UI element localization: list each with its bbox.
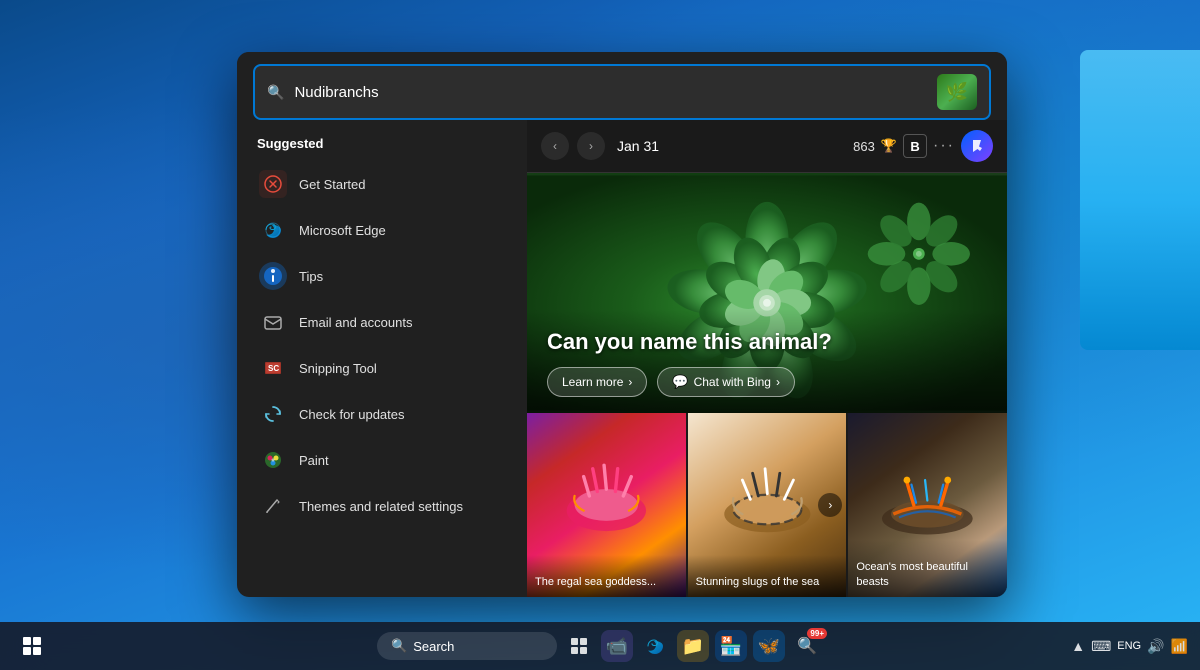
store-button[interactable]: 🏪 bbox=[715, 630, 747, 662]
taskbar-search-label: Search bbox=[413, 639, 454, 654]
search-input[interactable] bbox=[294, 84, 927, 101]
thumbnail-2-label: Stunning slugs of the sea bbox=[688, 555, 847, 597]
taskbar-search-bar[interactable]: 🔍 Search bbox=[377, 632, 557, 660]
thumbnails-row: The regal sea goddess... bbox=[527, 413, 1007, 597]
thumbnail-3[interactable]: Ocean's most beautiful beasts bbox=[846, 413, 1007, 597]
svg-text:SC: SC bbox=[268, 364, 279, 373]
themes-icon bbox=[259, 492, 287, 520]
suggestion-email-accounts[interactable]: Email and accounts bbox=[249, 299, 515, 345]
score-value: 863 bbox=[853, 139, 875, 154]
tips-icon bbox=[259, 262, 287, 290]
snipping-label: Snipping Tool bbox=[299, 361, 377, 376]
suggestion-microsoft-edge[interactable]: Microsoft Edge bbox=[249, 207, 515, 253]
chevron-right-icon-2: › bbox=[776, 375, 780, 389]
taskbar-left bbox=[12, 626, 52, 666]
taskbar-right: ▲ ⌨ ENG 🔊 📶 bbox=[1071, 638, 1188, 655]
paint-icon bbox=[259, 446, 287, 474]
language-indicator[interactable]: ENG bbox=[1117, 640, 1141, 652]
tips-label: Tips bbox=[299, 269, 323, 284]
paint-label: Paint bbox=[299, 453, 329, 468]
speaker-icon[interactable]: 🔊 bbox=[1147, 638, 1164, 655]
date-label: Jan 31 bbox=[617, 138, 659, 154]
suggested-label: Suggested bbox=[249, 136, 515, 151]
prev-button[interactable]: ‹ bbox=[541, 132, 569, 160]
file-explorer-button[interactable]: 📁 bbox=[677, 630, 709, 662]
suggestion-themes[interactable]: Themes and related settings bbox=[249, 483, 515, 529]
search-badge-button[interactable]: 🔍 99+ bbox=[791, 630, 823, 662]
bing-chat-icon: 💬 bbox=[672, 374, 688, 390]
task-view-button[interactable] bbox=[563, 630, 595, 662]
taskbar-center: 🔍 Search 📹 bbox=[377, 630, 823, 662]
windows-logo bbox=[23, 637, 41, 655]
updates-label: Check for updates bbox=[299, 407, 405, 422]
teams-button[interactable]: 📹 bbox=[601, 630, 633, 662]
bing-avatar[interactable] bbox=[961, 130, 993, 162]
right-content-panel: ‹ › Jan 31 863 🏆 B ··· bbox=[527, 120, 1007, 597]
left-suggestions-panel: Suggested Get Started bbox=[237, 120, 527, 597]
search-input-area: 🔍 🌿 bbox=[237, 52, 1007, 120]
edge-taskbar-icon bbox=[644, 635, 666, 657]
themes-label: Themes and related settings bbox=[299, 499, 463, 514]
next-button[interactable]: › bbox=[577, 132, 605, 160]
thumbnail-2[interactable]: Stunning slugs of the sea › bbox=[686, 413, 847, 597]
suggestion-paint[interactable]: Paint bbox=[249, 437, 515, 483]
get-started-icon bbox=[259, 170, 287, 198]
thumbnail-1-label: The regal sea goddess... bbox=[527, 555, 686, 597]
search-badge-count: 99+ bbox=[807, 628, 827, 639]
update-icon bbox=[259, 400, 287, 428]
store-icon: 🏪 bbox=[720, 636, 742, 657]
chevron-right-icon: › bbox=[628, 375, 632, 389]
thumbnail-1[interactable]: The regal sea goddess... bbox=[527, 413, 686, 597]
search-window: 🔍 🌿 Suggested Get Started bbox=[237, 52, 1007, 597]
email-label: Email and accounts bbox=[299, 315, 412, 330]
suggestion-snipping-tool[interactable]: SC Snipping Tool bbox=[249, 345, 515, 391]
more-options-button[interactable]: ··· bbox=[933, 137, 955, 155]
content-area: Suggested Get Started bbox=[237, 120, 1007, 597]
search-icon: 🔍 bbox=[267, 84, 284, 101]
edge-label: Microsoft Edge bbox=[299, 223, 386, 238]
email-icon bbox=[259, 308, 287, 336]
task-view-icon bbox=[569, 636, 589, 656]
network-icon[interactable]: 📶 bbox=[1171, 638, 1188, 655]
chevron-up-icon[interactable]: ▲ bbox=[1071, 638, 1085, 654]
teams-icon: 📹 bbox=[606, 636, 628, 657]
hero-section: Can you name this animal? Learn more › 💬… bbox=[527, 173, 1007, 413]
edge-icon bbox=[259, 216, 287, 244]
mail-button[interactable]: 🦋 bbox=[753, 630, 785, 662]
suggestion-tips[interactable]: Tips bbox=[249, 253, 515, 299]
chat-bing-label: Chat with Bing bbox=[694, 375, 771, 389]
edge-taskbar-button[interactable] bbox=[639, 630, 671, 662]
taskbar: 🔍 Search 📹 bbox=[0, 622, 1200, 670]
taskbar-search-icon: 🔍 bbox=[391, 638, 407, 654]
suggestion-get-started[interactable]: Get Started bbox=[249, 161, 515, 207]
learn-more-button[interactable]: Learn more › bbox=[547, 367, 647, 397]
search-ghost-image: 🌿 bbox=[937, 74, 977, 110]
trophy-icon: 🏆 bbox=[881, 138, 897, 154]
learn-more-label: Learn more bbox=[562, 375, 623, 389]
score-area: 863 🏆 B ··· bbox=[853, 130, 993, 162]
thumbnails-next-button[interactable]: › bbox=[818, 493, 842, 517]
system-tray: ▲ ⌨ ENG 🔊 📶 bbox=[1071, 638, 1188, 655]
search-box[interactable]: 🔍 🌿 bbox=[253, 64, 991, 120]
file-explorer-icon: 📁 bbox=[682, 636, 704, 657]
suggestion-check-updates[interactable]: Check for updates bbox=[249, 391, 515, 437]
hero-title: Can you name this animal? bbox=[547, 329, 987, 355]
get-started-label: Get Started bbox=[299, 177, 365, 192]
keyboard-icon[interactable]: ⌨ bbox=[1091, 638, 1111, 655]
thumbnail-3-label: Ocean's most beautiful beasts bbox=[848, 540, 1007, 597]
right-accent-panel bbox=[1080, 50, 1200, 350]
hero-overlay: Can you name this animal? Learn more › 💬… bbox=[527, 309, 1007, 413]
chat-bing-button[interactable]: 💬 Chat with Bing › bbox=[657, 367, 795, 397]
b-badge: B bbox=[903, 134, 927, 158]
right-top-bar: ‹ › Jan 31 863 🏆 B ··· bbox=[527, 120, 1007, 173]
mail-icon: 🦋 bbox=[758, 636, 780, 657]
hero-buttons: Learn more › 💬 Chat with Bing › bbox=[547, 367, 987, 397]
start-button[interactable] bbox=[12, 626, 52, 666]
snipping-icon: SC bbox=[259, 354, 287, 382]
